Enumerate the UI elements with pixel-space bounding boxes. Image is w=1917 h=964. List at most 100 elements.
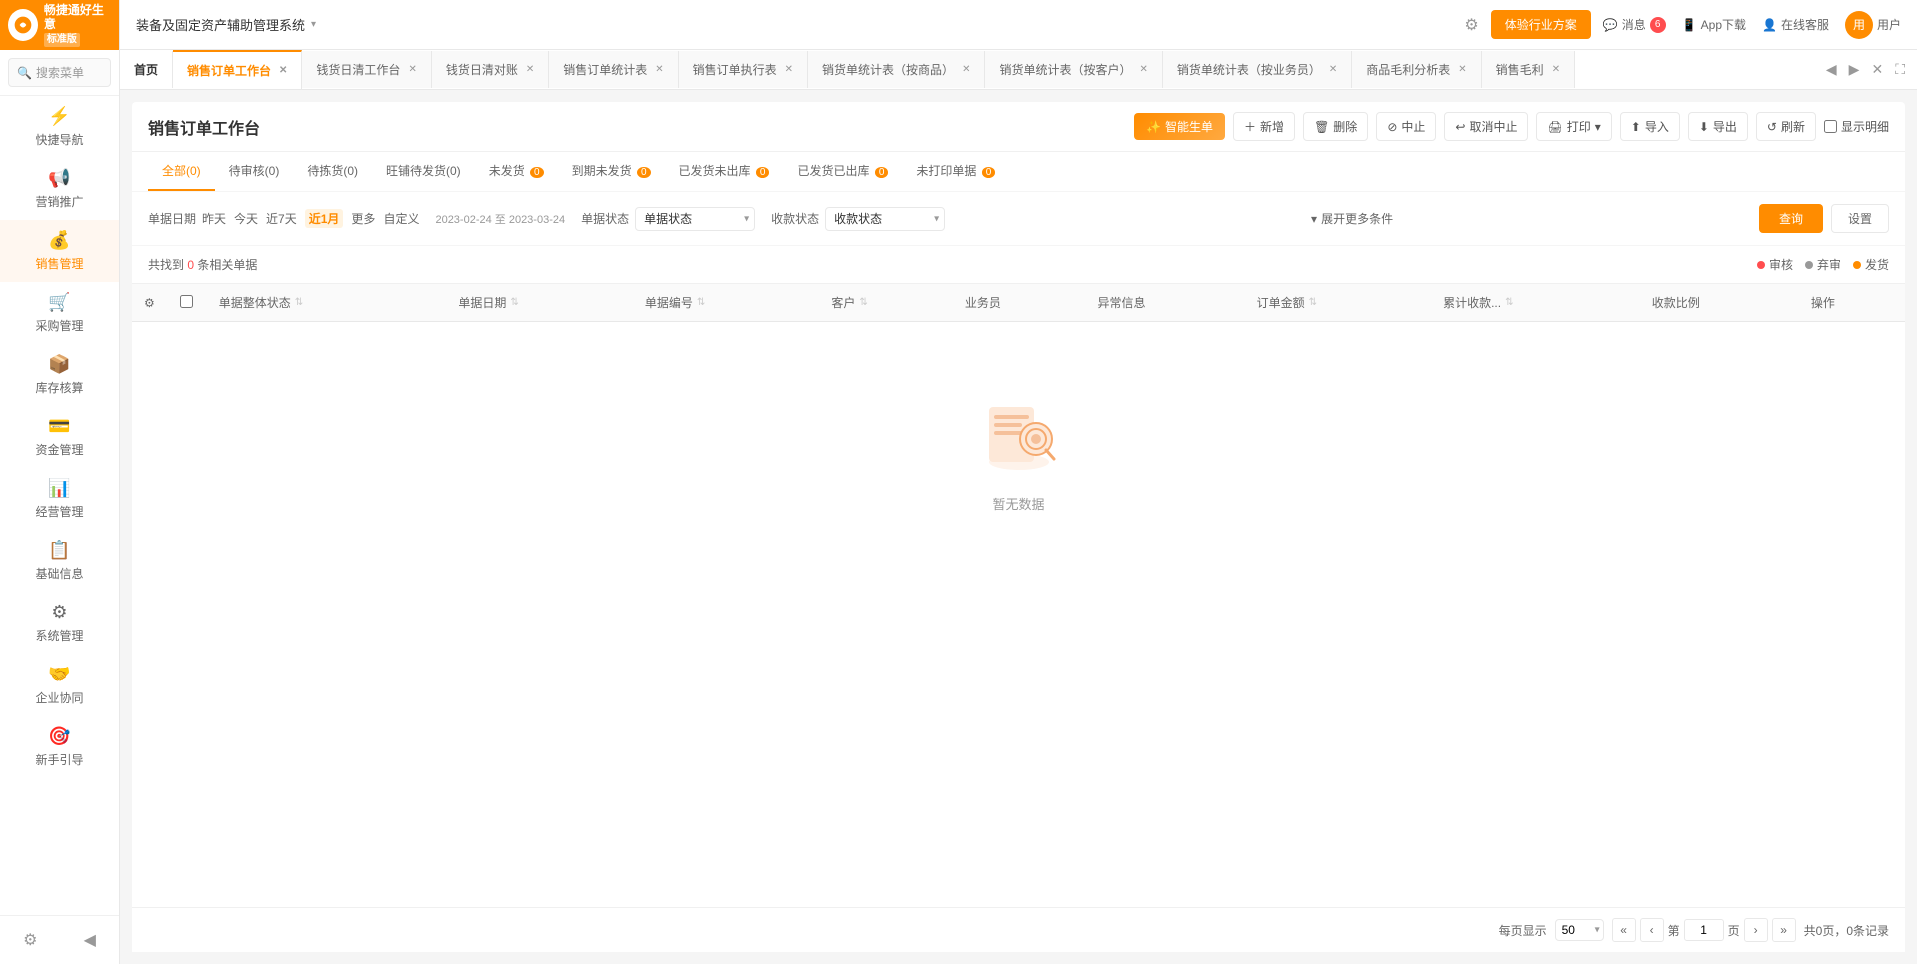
column-settings-icon[interactable]: ⚙ [144, 296, 155, 310]
tab-sales-by-customer[interactable]: 销货单统计表（按客户） ✕ [985, 51, 1162, 88]
subtab-not-shipped[interactable]: 未发货 0 [475, 152, 558, 191]
refresh-button[interactable]: ↺ 刷新 [1756, 112, 1816, 141]
page-size-select[interactable]: 50 10 20 100 [1555, 919, 1604, 941]
sort-date-icon[interactable]: ⇅ [510, 297, 518, 308]
subtab-shipped-out[interactable]: 已发货已出库 0 [783, 152, 902, 191]
tab-close-icon[interactable]: ✕ [655, 64, 663, 75]
collapse-sidebar-button[interactable]: ◀ [80, 926, 100, 954]
filter-payment-label: 收款状态 [771, 210, 819, 227]
prev-page-button[interactable]: ‹ [1640, 918, 1664, 942]
date-opt-custom[interactable]: 自定义 [383, 210, 419, 227]
page-size-label: 每页显示 [1499, 922, 1547, 939]
filter-payment-item: 收款状态 收款状态 [771, 207, 945, 231]
tab-next-button[interactable]: ▶ [1845, 57, 1864, 82]
topbar-settings-button[interactable]: ⚙ [1464, 15, 1478, 35]
subtab-pending-review[interactable]: 待审核(0) [215, 152, 294, 191]
sidebar-bottom: ⚙ ◀ [0, 915, 119, 964]
sidebar-item-quick-nav[interactable]: ⚡ 快捷导航 [0, 96, 119, 158]
date-opt-more[interactable]: 更多 [351, 210, 375, 227]
sidebar-item-operation[interactable]: 📊 经营管理 [0, 468, 119, 530]
tab-home[interactable]: 首页 [120, 51, 173, 88]
subtab-not-printed[interactable]: 未打印单据 0 [902, 152, 1009, 191]
date-opt-7days[interactable]: 近7天 [266, 210, 297, 227]
subtab-shipped-not-out[interactable]: 已发货未出库 0 [665, 152, 784, 191]
tab-fullscreen-button[interactable]: ⛶ [1891, 57, 1909, 82]
tab-close-icon[interactable]: ✕ [785, 64, 793, 75]
date-opt-1month[interactable]: 近1月 [305, 209, 344, 228]
expand-icon: ▾ [1311, 212, 1317, 226]
settings-bottom-button[interactable]: ⚙ [19, 926, 41, 954]
industry-solution-button[interactable]: 体验行业方案 [1491, 10, 1591, 39]
import-button[interactable]: ⬆ 导入 [1620, 112, 1680, 141]
ship-action[interactable]: 发货 [1853, 256, 1889, 273]
user-button[interactable]: 用 用户 [1845, 11, 1901, 39]
subtab-pending-inspect[interactable]: 待拣货(0) [293, 152, 372, 191]
sort-amount-icon[interactable]: ⇅ [1309, 297, 1317, 308]
review-action[interactable]: 审核 [1757, 256, 1793, 273]
subtab-all[interactable]: 全部(0) [148, 152, 215, 191]
cancel-review-action[interactable]: 弃审 [1805, 256, 1841, 273]
tab-close-icon[interactable]: ✕ [1329, 64, 1337, 75]
tab-sales-exec[interactable]: 销售订单执行表 ✕ [679, 51, 808, 88]
tab-label: 钱货日清对账 [446, 61, 518, 78]
sidebar-item-newbie[interactable]: 🎯 新手引导 [0, 716, 119, 778]
sidebar-item-inventory[interactable]: 📦 库存核算 [0, 344, 119, 406]
first-page-button[interactable]: « [1612, 918, 1636, 942]
delete-button[interactable]: 🗑 删除 [1303, 112, 1368, 141]
sidebar-item-enterprise[interactable]: 🤝 企业协同 [0, 654, 119, 716]
tab-close-icon[interactable]: ✕ [1139, 64, 1147, 75]
app-download-button[interactable]: 📱 App下载 [1682, 16, 1746, 33]
show-detail-checkbox[interactable] [1824, 120, 1837, 133]
tab-close-icon[interactable]: ✕ [408, 64, 416, 75]
subtab-wangpu[interactable]: 旺铺待发货(0) [372, 152, 475, 191]
export-button[interactable]: ⬇ 导出 [1688, 112, 1748, 141]
sort-customer-icon[interactable]: ⇅ [859, 297, 867, 308]
sort-status-icon[interactable]: ⇅ [295, 297, 303, 308]
topbar-arrow-icon: ▾ [311, 19, 316, 30]
tab-gross-margin[interactable]: 商品毛利分析表 ✕ [1352, 51, 1481, 88]
tab-sales-stats[interactable]: 销售订单统计表 ✕ [549, 51, 678, 88]
tab-close-icon[interactable]: ✕ [962, 64, 970, 75]
tab-cash-reconcile[interactable]: 钱货日清对账 ✕ [432, 51, 549, 88]
tab-sales-profit[interactable]: 销售毛利 ✕ [1482, 51, 1575, 88]
add-button[interactable]: ＋ 新增 [1233, 112, 1295, 141]
tab-cash-daily[interactable]: 钱货日清工作台 ✕ [302, 51, 431, 88]
tab-close-icon[interactable]: ✕ [1458, 64, 1466, 75]
sidebar-item-basic[interactable]: 📋 基础信息 [0, 530, 119, 592]
tab-sales-workbench[interactable]: 销售订单工作台 ✕ [173, 50, 302, 89]
subtab-overdue[interactable]: 到期未发货 0 [558, 152, 665, 191]
sidebar-item-purchase[interactable]: 🛒 采购管理 [0, 282, 119, 344]
tab-sales-by-product[interactable]: 销货单统计表（按商品） ✕ [808, 51, 985, 88]
filter-settings-button[interactable]: 设置 [1831, 204, 1889, 233]
online-service-button[interactable]: 👤 在线客服 [1762, 16, 1829, 33]
last-page-button[interactable]: » [1772, 918, 1796, 942]
expand-conditions-button[interactable]: ▾ 展开更多条件 [1311, 210, 1393, 227]
select-all-checkbox[interactable] [180, 295, 193, 308]
sidebar-item-system[interactable]: ⚙ 系统管理 [0, 592, 119, 654]
search-menu-button[interactable]: 🔍 搜索菜单 [8, 58, 111, 87]
cancel-suspend-button[interactable]: ↩ 取消中止 [1444, 112, 1528, 141]
tab-prev-button[interactable]: ◀ [1822, 57, 1841, 82]
date-opt-yesterday[interactable]: 昨天 [202, 210, 226, 227]
next-page-button[interactable]: › [1744, 918, 1768, 942]
tab-close-icon[interactable]: ✕ [1552, 64, 1560, 75]
date-opt-today[interactable]: 今天 [234, 210, 258, 227]
tab-close-icon[interactable]: ✕ [526, 64, 534, 75]
query-button[interactable]: 查询 [1759, 204, 1823, 233]
suspend-button[interactable]: ⊘ 中止 [1376, 112, 1436, 141]
tab-sales-by-staff[interactable]: 销货单统计表（按业务员） ✕ [1163, 51, 1352, 88]
show-detail-checkbox-label[interactable]: 显示明细 [1824, 118, 1889, 135]
sidebar-item-sales[interactable]: 💰 销售管理 [0, 220, 119, 282]
sidebar-item-finance[interactable]: 💳 资金管理 [0, 406, 119, 468]
sidebar-item-marketing[interactable]: 📢 营销推广 [0, 158, 119, 220]
filter-status-select[interactable]: 单据状态 [635, 207, 755, 231]
page-number-input[interactable] [1684, 919, 1724, 941]
sort-number-icon[interactable]: ⇅ [697, 297, 705, 308]
tab-close-icon[interactable]: ✕ [279, 65, 287, 76]
ai-generate-button[interactable]: ✨ 智能生单 [1134, 113, 1225, 140]
tab-close-all-button[interactable]: ✕ [1867, 57, 1887, 82]
filter-payment-select[interactable]: 收款状态 [825, 207, 945, 231]
sort-collected-icon[interactable]: ⇅ [1505, 297, 1513, 308]
print-button[interactable]: 🖨 打印 ▾ [1536, 112, 1611, 141]
message-button[interactable]: 💬 消息 6 [1603, 16, 1666, 33]
